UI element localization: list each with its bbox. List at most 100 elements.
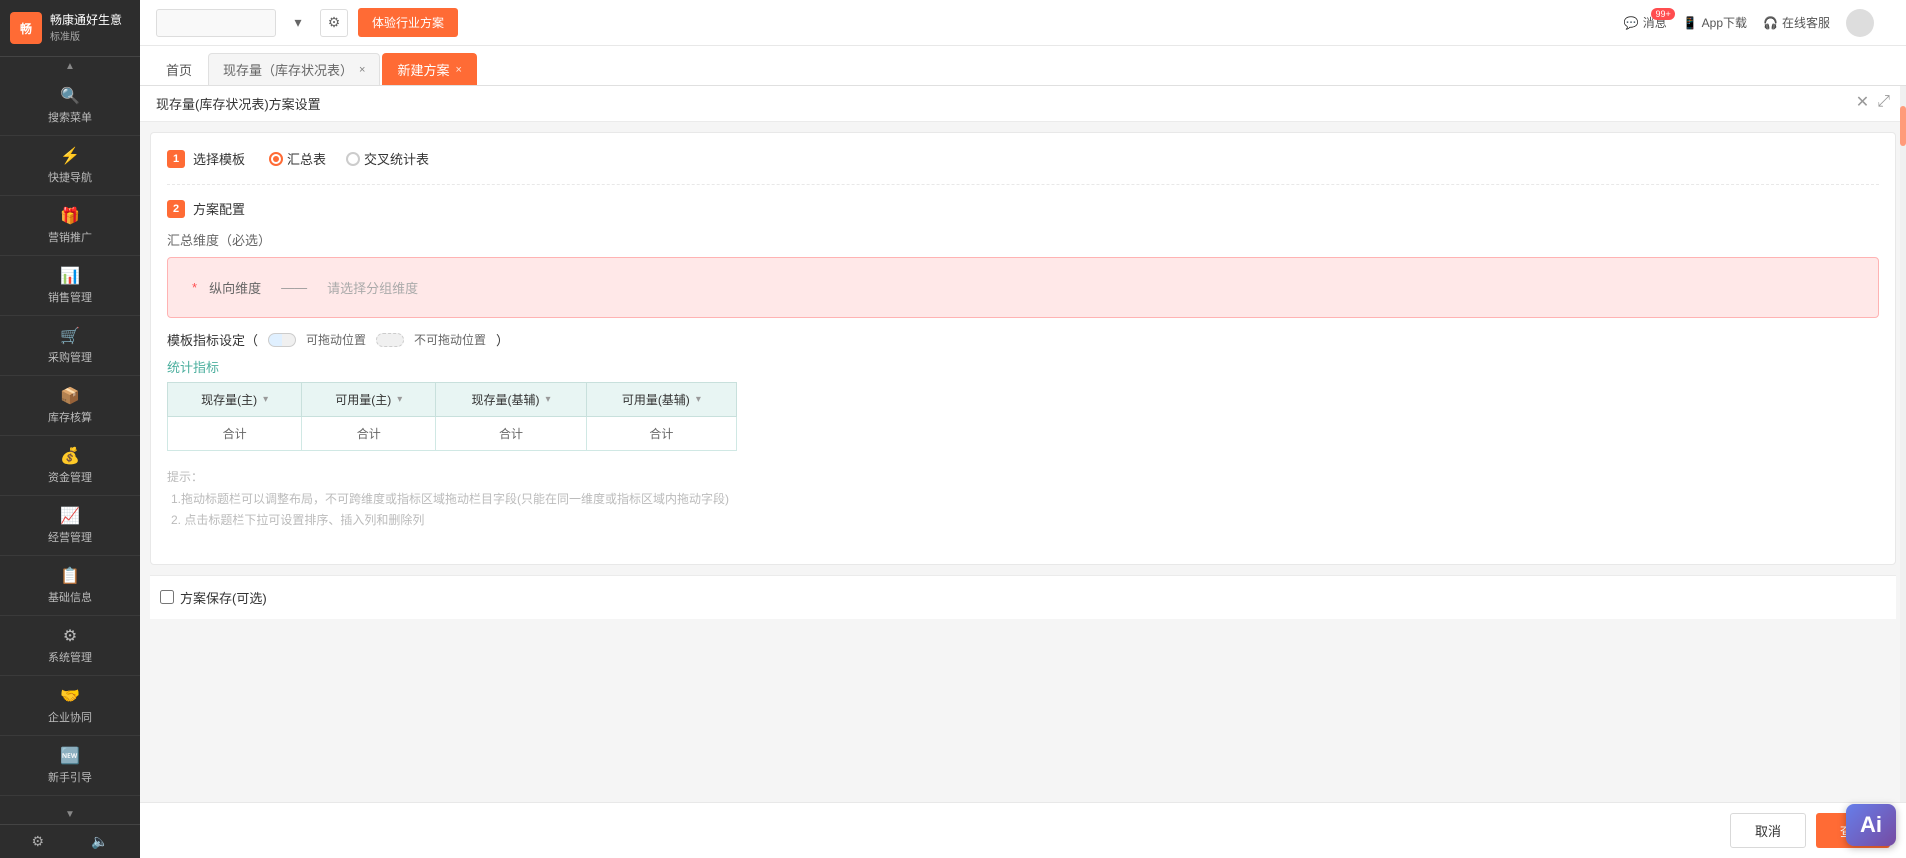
fixed-label: 不可拖动位置: [414, 331, 486, 348]
sidebar-item-basic-info[interactable]: 📋 基础信息: [0, 556, 140, 616]
cell-0-3: 合计: [586, 417, 736, 451]
col-1-dropdown-icon[interactable]: ▾: [397, 394, 402, 405]
fixed-indicator-badge: [376, 333, 404, 347]
radio-summary-label: 汇总表: [287, 149, 326, 168]
tab-inventory[interactable]: 现存量（库存状况表） ×: [208, 53, 380, 85]
col-2-dropdown-icon[interactable]: ▾: [546, 394, 551, 405]
trial-industry-btn[interactable]: 体验行业方案: [358, 8, 458, 37]
tip-item-1: 1.拖动标题栏可以调整布局，不可跨维度或指标区域拖动栏目字段(只能在同一维度或指…: [167, 489, 1879, 511]
sidebar-item-label: 基础信息: [48, 589, 92, 605]
indicator-header-text: 模板指标设定（: [167, 330, 258, 349]
save-checkbox[interactable]: [160, 590, 174, 604]
tabs-bar: 首页 现存量（库存状况表） × 新建方案 ×: [140, 46, 1906, 86]
tab-new-plan-label: 新建方案: [397, 60, 449, 79]
topbar: ▾ ⚙ 体验行业方案 💬 消息 99+ 📱 App下载 🎧 在线客服: [140, 0, 1906, 46]
sidebar-item-shortcuts[interactable]: ⚡ 快捷导航: [0, 136, 140, 196]
window-expand-btn[interactable]: ⤢: [1877, 92, 1890, 112]
lightning-icon: ⚡: [60, 146, 80, 166]
cart-icon: 🛒: [60, 326, 80, 346]
vertical-dim-label: 纵向维度: [209, 278, 261, 297]
cancel-button[interactable]: 取消: [1730, 813, 1806, 848]
step1-header: 1 选择模板 汇总表 交叉统计表: [167, 149, 1879, 168]
dimension-label: 汇总维度（必选）: [167, 230, 1879, 249]
ai-badge[interactable]: Ai: [1846, 804, 1896, 846]
draggable-label: 可拖动位置: [306, 331, 366, 348]
step2-title: 方案配置: [193, 199, 245, 218]
right-scroll-thumb: [1900, 106, 1906, 146]
sidebar-scroll-down[interactable]: ▼: [0, 805, 140, 824]
tab-inventory-close-icon[interactable]: ×: [359, 64, 365, 76]
customer-service-btn[interactable]: 🎧 在线客服: [1763, 14, 1830, 31]
tab-home[interactable]: 首页: [152, 53, 206, 85]
col-2-name: 现存量(基辅): [472, 391, 540, 408]
audio-icon[interactable]: 🔈: [91, 833, 108, 850]
topbar-right: 💬 消息 99+ 📱 App下载 🎧 在线客服: [1624, 9, 1890, 37]
col-3-dropdown-icon[interactable]: ▾: [696, 394, 701, 405]
save-row: 方案保存(可选): [150, 575, 1896, 619]
tips-title: 提示：: [167, 467, 1879, 489]
tab-home-label: 首页: [166, 60, 192, 79]
messages-btn[interactable]: 💬 消息 99+: [1624, 14, 1667, 31]
sidebar: 畅 畅康通好生意 标准版 ▲ 🔍 搜索菜单 ⚡ 快捷导航 🎁 营销推广 📊 销售…: [0, 0, 140, 858]
radio-summary-circle: [269, 152, 283, 166]
radio-summary-table[interactable]: 汇总表: [269, 149, 326, 168]
required-star: *: [192, 280, 197, 295]
col-header-1[interactable]: 可用量(主) ▾: [302, 383, 436, 417]
col-0-dropdown-icon[interactable]: ▾: [263, 394, 268, 405]
tips-section: 提示： 1.拖动标题栏可以调整布局，不可跨维度或指标区域拖动栏目字段(只能在同一…: [167, 467, 1879, 532]
page-header: 现存量(库存状况表)方案设置: [140, 86, 1906, 122]
col-1-name: 可用量(主): [335, 391, 391, 408]
sidebar-item-label: 营销推广: [48, 229, 92, 245]
content-area: ✕ ⤢ 现存量(库存状况表)方案设置 1 选择模板 汇总表: [140, 86, 1906, 802]
cell-0-0: 合计: [168, 417, 302, 451]
radio-cross-table[interactable]: 交叉统计表: [346, 149, 429, 168]
user-avatar[interactable]: [1846, 9, 1874, 37]
draggable-indicator-badge: [268, 333, 296, 347]
app-download-label: App下载: [1702, 14, 1747, 31]
sidebar-item-label: 经营管理: [48, 529, 92, 545]
indicator-header: 模板指标设定（ 可拖动位置 不可拖动位置 ）: [167, 330, 1879, 349]
col-header-0[interactable]: 现存量(主) ▾: [168, 383, 302, 417]
col-header-3[interactable]: 可用量(基辅) ▾: [586, 383, 736, 417]
sidebar-item-cooperation[interactable]: 🤝 企业协同: [0, 676, 140, 736]
list-icon: 📋: [60, 566, 80, 586]
sidebar-item-label: 采购管理: [48, 349, 92, 365]
dim-placeholder[interactable]: 请选择分组维度: [327, 278, 418, 297]
bottom-actions: 取消 查询: [140, 802, 1906, 858]
sidebar-item-operations[interactable]: 📈 经营管理: [0, 496, 140, 556]
tab-new-plan-close-icon[interactable]: ×: [455, 64, 461, 76]
template-radio-group: 汇总表 交叉统计表: [269, 149, 429, 168]
sidebar-item-system[interactable]: ⚙ 系统管理: [0, 616, 140, 676]
right-scrollbar[interactable]: [1900, 86, 1906, 802]
sidebar-item-finance[interactable]: 💰 资金管理: [0, 436, 140, 496]
settings-bottom-icon[interactable]: ⚙: [32, 833, 45, 850]
sidebar-item-label: 快捷导航: [48, 169, 92, 185]
main-area: ▾ ⚙ 体验行业方案 💬 消息 99+ 📱 App下载 🎧 在线客服 首页: [140, 0, 1906, 858]
col-header-2[interactable]: 现存量(基辅) ▾: [436, 383, 586, 417]
sidebar-item-inventory[interactable]: 📦 库存核算: [0, 376, 140, 436]
window-close-btn[interactable]: ✕: [1856, 92, 1869, 112]
sidebar-item-purchase[interactable]: 🛒 采购管理: [0, 316, 140, 376]
new-icon: 🆕: [60, 746, 80, 766]
topbar-search-input[interactable]: [156, 9, 276, 37]
window-controls: ✕ ⤢: [1856, 92, 1890, 112]
app-edition: 标准版: [50, 28, 122, 43]
sidebar-item-sales[interactable]: 📊 销售管理: [0, 256, 140, 316]
box-icon: 📦: [60, 386, 80, 406]
sidebar-item-apps[interactable]: 📱 应用中心: [0, 796, 140, 805]
settings-panel: 1 选择模板 汇总表 交叉统计表: [150, 132, 1896, 565]
sidebar-item-marketing[interactable]: 🎁 营销推广: [0, 196, 140, 256]
sidebar-item-search[interactable]: 🔍 搜索菜单: [0, 76, 140, 136]
chart-icon: 📊: [60, 266, 80, 286]
sidebar-scroll-up[interactable]: ▲: [0, 57, 140, 76]
dim-dash: ——: [281, 280, 307, 295]
topbar-gear-btn[interactable]: ⚙: [320, 9, 348, 37]
search-icon: 🔍: [60, 86, 80, 106]
sidebar-item-newbie[interactable]: 🆕 新手引导: [0, 736, 140, 796]
step1-section: 1 选择模板 汇总表 交叉统计表: [167, 149, 1879, 168]
app-download-btn[interactable]: 📱 App下载: [1683, 14, 1747, 31]
step1-num: 1: [167, 150, 185, 168]
topbar-dropdown-btn[interactable]: ▾: [286, 11, 310, 35]
tab-new-plan[interactable]: 新建方案 ×: [382, 53, 476, 85]
customer-service-label: 在线客服: [1782, 14, 1830, 31]
